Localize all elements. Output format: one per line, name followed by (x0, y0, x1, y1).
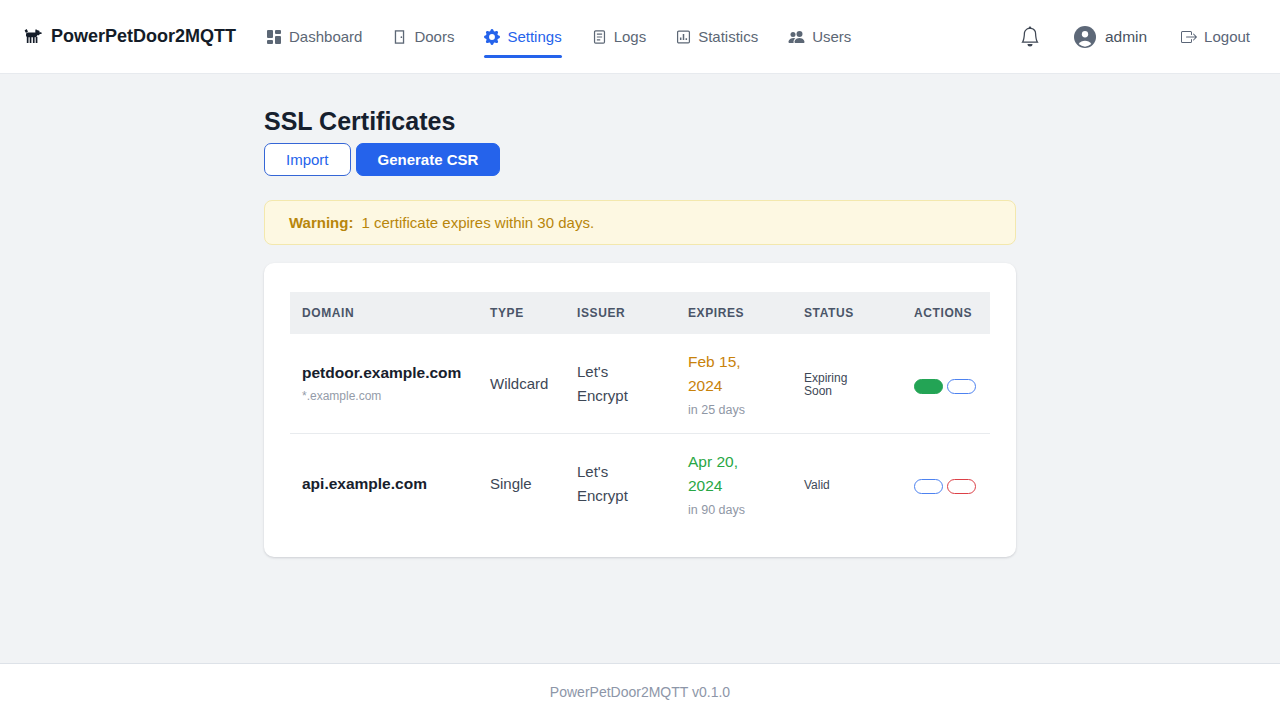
logout-label: Logout (1204, 28, 1250, 45)
warning-message: 1 certificate expires within 30 days. (361, 214, 594, 231)
cert-status: Valid (804, 479, 860, 492)
nav-item-dashboard[interactable]: Dashboard (266, 0, 362, 74)
cert-action-button-blue[interactable] (914, 479, 943, 494)
nav-item-logs[interactable]: Logs (592, 0, 647, 74)
import-button[interactable]: Import (264, 143, 351, 176)
column-header-type: TYPE (478, 292, 565, 334)
top-navigation-bar: PowerPetDoor2MQTT Dashboard Doors (0, 0, 1280, 74)
footer-version-text: PowerPetDoor2MQTT v0.1.0 (550, 684, 730, 700)
footer: PowerPetDoor2MQTT v0.1.0 (0, 663, 1280, 720)
warning-prefix: Warning: (289, 214, 353, 231)
cert-issuer: Let's Encrypt (577, 460, 649, 507)
cert-action-button-red[interactable] (947, 479, 976, 494)
main-nav: Dashboard Doors Settings (266, 0, 851, 74)
dashboard-icon (266, 29, 282, 45)
nav-item-settings[interactable]: Settings (484, 0, 561, 74)
warning-banner: Warning: 1 certificate expires within 30 … (264, 200, 1016, 245)
cert-expires-date: Feb 15, 2024 (688, 350, 754, 398)
nav-label: Users (812, 28, 851, 45)
bell-icon (1020, 26, 1040, 47)
brand-title: PowerPetDoor2MQTT (51, 26, 236, 47)
logs-icon (592, 29, 607, 45)
dog-logo-icon (24, 29, 42, 45)
brand: PowerPetDoor2MQTT (24, 26, 236, 47)
cert-domain-alt: *.example.com (302, 389, 466, 403)
notifications-bell-button[interactable] (1020, 26, 1040, 47)
nav-item-doors[interactable]: Doors (392, 0, 454, 74)
certificates-card: DOMAIN TYPE ISSUER EXPIRES STATUS ACTION… (264, 263, 1016, 557)
column-header-status: STATUS (792, 292, 902, 334)
user-menu[interactable]: admin (1074, 26, 1147, 48)
main-content: SSL Certificates Import Generate CSR War… (0, 74, 1280, 663)
cert-expires-relative: in 25 days (688, 403, 780, 417)
nav-label: Logs (614, 28, 647, 45)
nav-label: Doors (414, 28, 454, 45)
logout-icon (1181, 29, 1197, 45)
door-icon (392, 29, 407, 45)
cert-action-button-green[interactable] (914, 379, 943, 394)
cert-domain: api.example.com (302, 475, 466, 493)
users-icon (788, 29, 805, 45)
page-title: SSL Certificates (264, 74, 1016, 136)
nav-label: Settings (507, 28, 561, 45)
page-actions: Import Generate CSR (264, 143, 1016, 176)
cert-expires-relative: in 90 days (688, 503, 780, 517)
column-header-expires: EXPIRES (676, 292, 792, 334)
column-header-actions: ACTIONS (902, 292, 990, 334)
cert-expires-date: Apr 20, 2024 (688, 450, 754, 498)
certificates-table: DOMAIN TYPE ISSUER EXPIRES STATUS ACTION… (290, 292, 990, 533)
nav-label: Dashboard (289, 28, 362, 45)
logout-button[interactable]: Logout (1181, 28, 1250, 45)
statistics-icon (676, 29, 691, 45)
cert-issuer: Let's Encrypt (577, 360, 649, 407)
cert-actions (914, 479, 978, 494)
cert-action-button-blue[interactable] (947, 379, 976, 394)
certificate-row: api.example.com Single Let's Encrypt Apr… (290, 434, 990, 534)
certificate-row: petdoor.example.com *.example.com Wildca… (290, 334, 990, 434)
cert-status: Expiring Soon (804, 372, 860, 398)
cert-domain: petdoor.example.com (302, 364, 466, 382)
table-header-row: DOMAIN TYPE ISSUER EXPIRES STATUS ACTION… (290, 292, 990, 334)
cert-type: Single (478, 434, 565, 534)
nav-item-statistics[interactable]: Statistics (676, 0, 758, 74)
avatar-icon (1074, 26, 1096, 48)
username: admin (1105, 28, 1147, 46)
nav-item-users[interactable]: Users (788, 0, 851, 74)
nav-label: Statistics (698, 28, 758, 45)
topbar-right: admin Logout (1020, 26, 1250, 48)
column-header-issuer: ISSUER (565, 292, 676, 334)
gear-icon (484, 29, 500, 45)
cert-type: Wildcard (478, 334, 565, 434)
generate-csr-button[interactable]: Generate CSR (356, 143, 501, 176)
cert-actions (914, 379, 978, 394)
column-header-domain: DOMAIN (290, 292, 478, 334)
